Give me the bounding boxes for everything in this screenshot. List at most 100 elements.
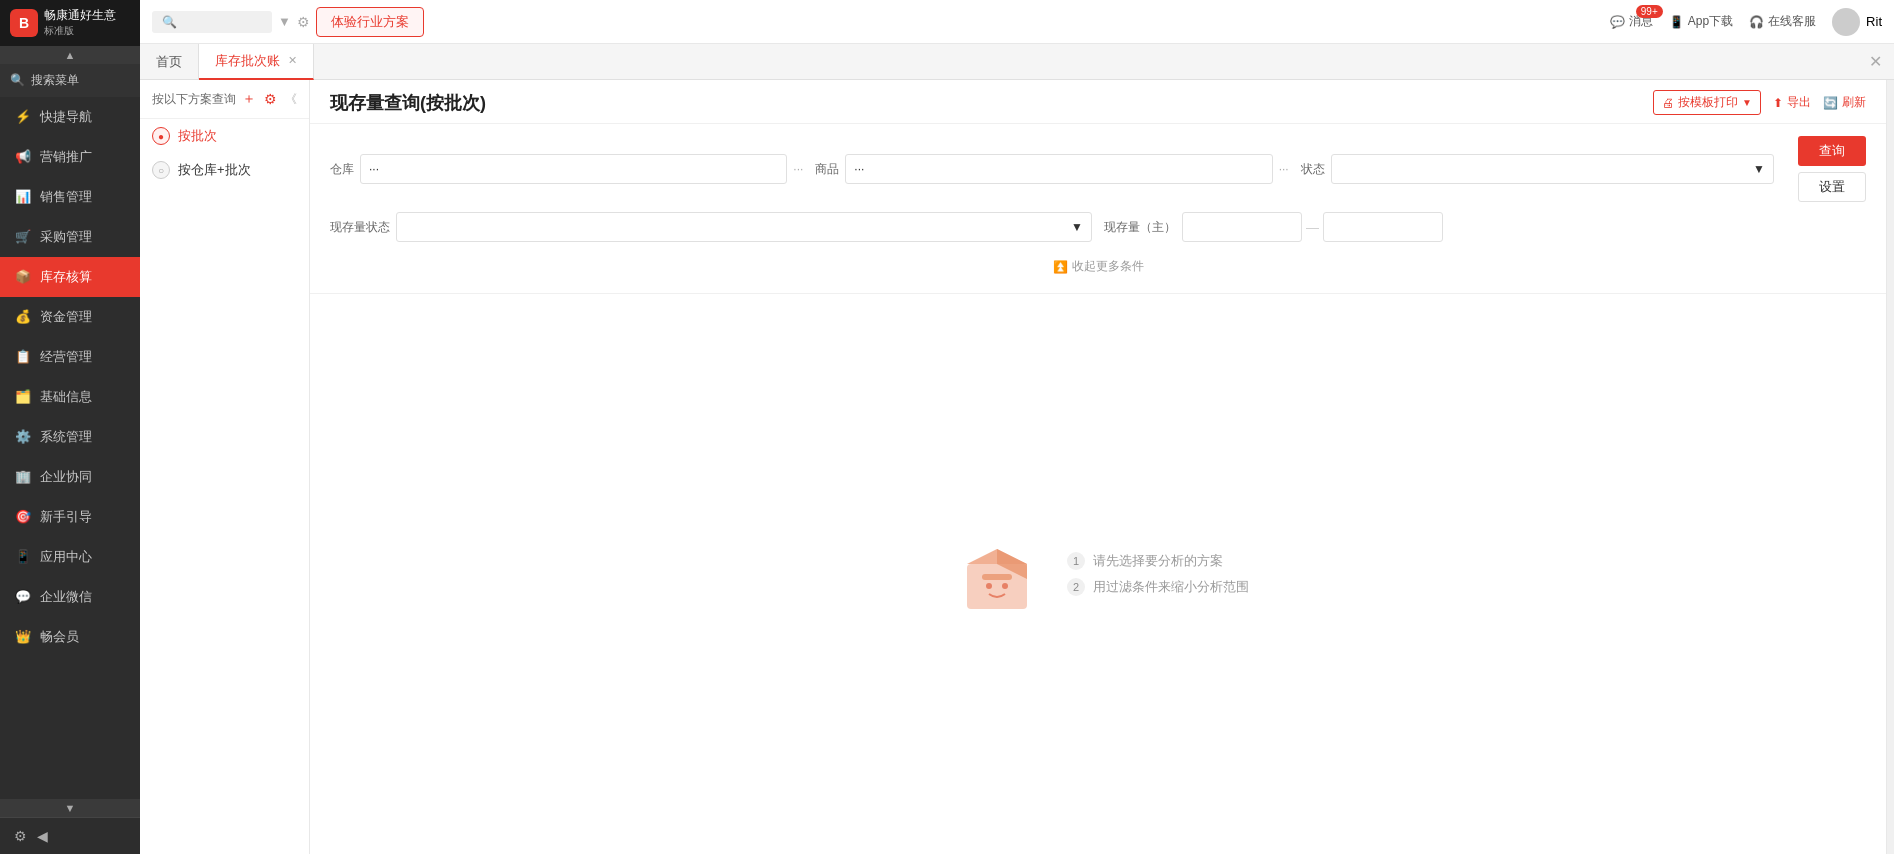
marketing-label: 营销推广 bbox=[40, 148, 92, 166]
stock-qty-from-input[interactable] bbox=[1182, 212, 1302, 242]
stock-qty-to-input[interactable] bbox=[1323, 212, 1443, 242]
dropdown-icon[interactable]: ▼ bbox=[278, 14, 291, 29]
message-button[interactable]: 💬 消息 99+ bbox=[1610, 13, 1653, 30]
experience-industry-button[interactable]: 体验行业方案 bbox=[316, 7, 424, 37]
user-menu[interactable]: Rit bbox=[1832, 8, 1882, 36]
wechat-icon: 💬 bbox=[14, 588, 32, 606]
system-label: 系统管理 bbox=[40, 428, 92, 446]
message-count-badge: 99+ bbox=[1636, 5, 1663, 18]
status-dropdown-icon: ▼ bbox=[1753, 162, 1765, 176]
basic-label: 基础信息 bbox=[40, 388, 92, 406]
tab-inventory-batch[interactable]: 库存批次账 ✕ bbox=[199, 44, 314, 80]
empty-tip-1: 1 请先选择要分析的方案 bbox=[1067, 552, 1249, 570]
topbar-search-box[interactable]: 🔍 bbox=[152, 11, 272, 33]
newbie-icon: 🎯 bbox=[14, 508, 32, 526]
filter-row-2: 现存量状态 ▼ 现存量（主） — bbox=[330, 212, 1866, 242]
collapse-sidebar-icon[interactable]: ◀ bbox=[37, 828, 48, 844]
product-filter-group: 商品 ··· ··· bbox=[815, 154, 1288, 184]
sidebar-item-finance[interactable]: 💰 资金管理 bbox=[0, 297, 140, 337]
sidebar-header: B 畅康通好生意 标准版 bbox=[0, 0, 140, 46]
settings-icon[interactable]: ⚙ bbox=[14, 828, 27, 844]
operations-icon: 📋 bbox=[14, 348, 32, 366]
refresh-icon: 🔄 bbox=[1823, 96, 1838, 110]
settings-scheme-icon[interactable]: ⚙ bbox=[264, 91, 277, 107]
tip-text-2: 用过滤条件来缩小分析范围 bbox=[1093, 578, 1249, 596]
sidebar-item-basic[interactable]: 🗂️ 基础信息 bbox=[0, 377, 140, 417]
export-icon: ⬆ bbox=[1773, 96, 1783, 110]
scheme-item-by-warehouse-batch[interactable]: ○ 按仓库+批次 bbox=[140, 153, 309, 187]
sidebar-item-marketing[interactable]: 📢 营销推广 bbox=[0, 137, 140, 177]
warehouse-filter-placeholder: ··· bbox=[369, 162, 379, 176]
sidebar-item-sales[interactable]: 📊 销售管理 bbox=[0, 177, 140, 217]
panel-close-icon[interactable]: ✕ bbox=[1869, 52, 1882, 71]
user-name: Rit bbox=[1866, 14, 1882, 29]
query-button[interactable]: 查询 bbox=[1798, 136, 1866, 166]
sales-icon: 📊 bbox=[14, 188, 32, 206]
scroll-up-button[interactable]: ▲ bbox=[0, 46, 140, 64]
status-filter-select[interactable]: ▼ bbox=[1331, 154, 1774, 184]
wechat-label: 企业微信 bbox=[40, 588, 92, 606]
filter-area: 仓库 ··· ··· 商品 ··· ··· 状态 bbox=[310, 124, 1886, 294]
search-menu-item[interactable]: 🔍 搜索菜单 bbox=[0, 64, 140, 97]
left-panel-title: 按以下方案查询 bbox=[152, 91, 236, 108]
enterprise-label: 企业协同 bbox=[40, 468, 92, 486]
message-icon: 💬 bbox=[1610, 15, 1625, 29]
sidebar-item-wechat[interactable]: 💬 企业微信 bbox=[0, 577, 140, 617]
finance-label: 资金管理 bbox=[40, 308, 92, 326]
left-panel-icons: ＋ ⚙ 《 bbox=[242, 90, 297, 108]
vip-icon: 👑 bbox=[14, 628, 32, 646]
sidebar-item-quick-nav[interactable]: ⚡ 快捷导航 bbox=[0, 97, 140, 137]
app-info: 畅康通好生意 标准版 bbox=[44, 8, 116, 38]
print-label: 按模板打印 bbox=[1678, 94, 1738, 111]
sidebar-footer: ⚙ ◀ bbox=[0, 817, 140, 854]
sidebar-item-purchase[interactable]: 🛒 采购管理 bbox=[0, 217, 140, 257]
empty-tips: 1 请先选择要分析的方案 2 用过滤条件来缩小分析范围 bbox=[1067, 552, 1249, 596]
print-button[interactable]: 🖨 按模板打印 ▼ bbox=[1653, 90, 1761, 115]
app-download-button[interactable]: 📱 App下载 bbox=[1669, 13, 1733, 30]
stock-qty-range: — bbox=[1182, 212, 1443, 242]
topbar: 🔍 ▼ ⚙ 体验行业方案 💬 消息 99+ 📱 App下载 🎧 在线客服 bbox=[140, 0, 1894, 44]
scroll-down-button[interactable]: ▼ bbox=[0, 799, 140, 817]
tab-home[interactable]: 首页 bbox=[140, 44, 199, 80]
tip-num-2: 2 bbox=[1067, 578, 1085, 596]
sidebar-item-app[interactable]: 📱 应用中心 bbox=[0, 537, 140, 577]
empty-tip-2: 2 用过滤条件来缩小分析范围 bbox=[1067, 578, 1249, 596]
empty-state: 1 请先选择要分析的方案 2 用过滤条件来缩小分析范围 bbox=[310, 294, 1886, 854]
scheme-item-by-batch[interactable]: ● 按批次 bbox=[140, 119, 309, 153]
sidebar-item-operations[interactable]: 📋 经营管理 bbox=[0, 337, 140, 377]
headset-icon: 🎧 bbox=[1749, 15, 1764, 29]
marketing-icon: 📢 bbox=[14, 148, 32, 166]
sidebar-item-system[interactable]: ⚙️ 系统管理 bbox=[0, 417, 140, 457]
sidebar-item-vip[interactable]: 👑 畅会员 bbox=[0, 617, 140, 657]
operations-label: 经营管理 bbox=[40, 348, 92, 366]
settings-gear-icon[interactable]: ⚙ bbox=[297, 14, 310, 30]
tab-close-icon[interactable]: ✕ bbox=[288, 54, 297, 67]
collapse-panel-icon[interactable]: 《 bbox=[285, 91, 297, 108]
sidebar-item-newbie[interactable]: 🎯 新手引导 bbox=[0, 497, 140, 537]
sidebar-item-inventory[interactable]: 📦 库存核算 bbox=[0, 257, 140, 297]
product-filter-select[interactable]: ··· bbox=[845, 154, 1272, 184]
online-service-button[interactable]: 🎧 在线客服 bbox=[1749, 13, 1816, 30]
app-download-icon: 📱 bbox=[1669, 15, 1684, 29]
warehouse-more-icon[interactable]: ··· bbox=[793, 162, 803, 176]
refresh-button[interactable]: 🔄 刷新 bbox=[1823, 94, 1866, 111]
stock-status-select[interactable]: ▼ bbox=[396, 212, 1092, 242]
export-button[interactable]: ⬆ 导出 bbox=[1773, 94, 1811, 111]
warehouse-filter-select[interactable]: ··· bbox=[360, 154, 787, 184]
sales-label: 销售管理 bbox=[40, 188, 92, 206]
tabs-bar: 首页 库存批次账 ✕ ✕ bbox=[140, 44, 1894, 80]
sidebar-item-enterprise[interactable]: 🏢 企业协同 bbox=[0, 457, 140, 497]
tip-text-1: 请先选择要分析的方案 bbox=[1093, 552, 1223, 570]
page-title: 现存量查询(按批次) bbox=[330, 91, 486, 115]
settings-button[interactable]: 设置 bbox=[1798, 172, 1866, 202]
print-dropdown-icon[interactable]: ▼ bbox=[1742, 97, 1752, 108]
right-scrollbar[interactable] bbox=[1886, 80, 1894, 854]
collapse-filters-bar[interactable]: ⏫ 收起更多条件 bbox=[330, 252, 1866, 281]
add-scheme-icon[interactable]: ＋ bbox=[242, 90, 256, 108]
product-more-icon[interactable]: ··· bbox=[1279, 162, 1289, 176]
warehouse-filter-label: 仓库 bbox=[330, 161, 354, 178]
stock-qty-filter-group: 现存量（主） — bbox=[1104, 212, 1866, 242]
finance-icon: 💰 bbox=[14, 308, 32, 326]
app-logo: B bbox=[10, 9, 38, 37]
action-buttons: 查询 设置 bbox=[1798, 136, 1866, 202]
